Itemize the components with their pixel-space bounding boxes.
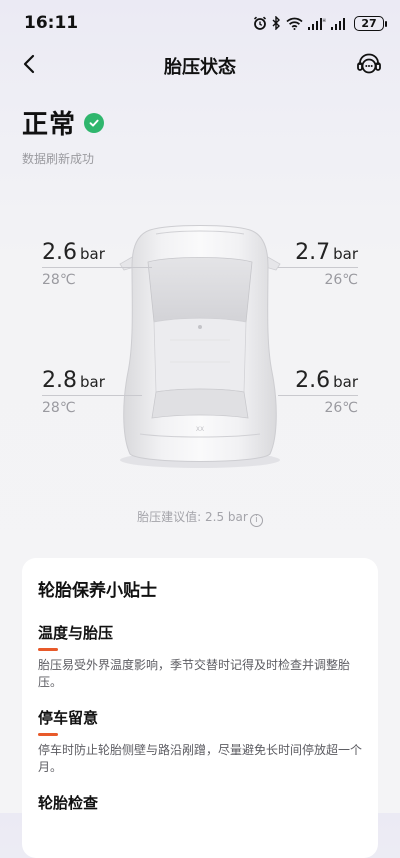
tire-unit: bar [333, 245, 358, 263]
recommended-pressure: 胎压建议值: 2.5 bar i [0, 508, 400, 527]
alarm-icon [253, 16, 267, 30]
svg-text:XX: XX [196, 426, 204, 433]
tire-temp: 28℃ [42, 400, 76, 416]
tip-title: 温度与胎压 [38, 624, 114, 642]
car-top-view-image: XX [119, 225, 281, 468]
tire-unit: bar [333, 373, 358, 391]
tip-body: 胎压易受外界温度影响，季节交替时记得及时检查并调整胎压。 [38, 658, 351, 689]
accent-bar [38, 648, 58, 651]
tire-front-left: 2.6 bar 28℃ [42, 240, 152, 288]
check-icon [84, 112, 105, 133]
tip-item: 温度与胎压 胎压易受外界温度影响，季节交替时记得及时检查并调整胎压。 [38, 622, 362, 691]
tire-rear-left: 2.8 bar 28℃ [42, 368, 142, 416]
signal-icon: HD [308, 17, 326, 30]
tire-unit: bar [80, 373, 105, 391]
card-title: 轮胎保养小贴士 [38, 581, 157, 601]
tire-temp: 26℃ [324, 400, 358, 416]
accent-bar [38, 733, 58, 736]
tire-front-right: 2.7 bar 26℃ [278, 240, 358, 288]
divider [42, 395, 142, 396]
tire-temp: 28℃ [42, 272, 76, 288]
tire-status: 正常 [22, 104, 105, 141]
signal-icon [331, 17, 345, 30]
tire-pressure: 2.7 [295, 240, 331, 265]
status-text: 正常 [22, 110, 77, 140]
divider [42, 267, 152, 268]
svg-text:HD: HD [323, 18, 327, 23]
battery-icon: 27 [354, 15, 387, 31]
bluetooth-icon [272, 16, 280, 30]
tire-pressure: 2.6 [295, 368, 331, 393]
recommended-pressure-label: 胎压建议值: 2.5 bar [137, 510, 248, 524]
tip-item: 停车留意 停车时防止轮胎侧壁与路沿剐蹭，尽量避免长时间停放超一个月。 [38, 707, 362, 776]
divider [278, 395, 358, 396]
nav-bar: 胎压状态 [0, 46, 400, 82]
wifi-icon [286, 17, 303, 30]
info-icon[interactable]: i [249, 514, 263, 527]
status-bar: 16:11 HD 27 [0, 0, 400, 44]
tip-item: 轮胎检查 [38, 792, 362, 813]
tire-rear-right: 2.6 bar 26℃ [278, 368, 358, 416]
divider [278, 267, 358, 268]
tire-pressure: 2.8 [42, 368, 77, 393]
status-icons: HD 27 [253, 13, 387, 33]
tip-title: 停车留意 [38, 709, 99, 727]
tire-temp: 26℃ [324, 272, 358, 288]
page-title: 胎压状态 [164, 57, 236, 78]
refresh-status: 数据刷新成功 [22, 152, 95, 166]
customer-service-icon[interactable] [354, 49, 384, 79]
tire-unit: bar [80, 245, 105, 263]
status-time: 16:11 [24, 13, 79, 33]
tip-title: 轮胎检查 [38, 794, 99, 812]
tire-care-tips-card: 轮胎保养小贴士 温度与胎压 胎压易受外界温度影响，季节交替时记得及时检查并调整胎… [22, 558, 378, 858]
tire-pressure: 2.6 [42, 240, 77, 265]
tip-body: 停车时防止轮胎侧壁与路沿剐蹭，尽量避免长时间停放超一个月。 [38, 743, 363, 774]
